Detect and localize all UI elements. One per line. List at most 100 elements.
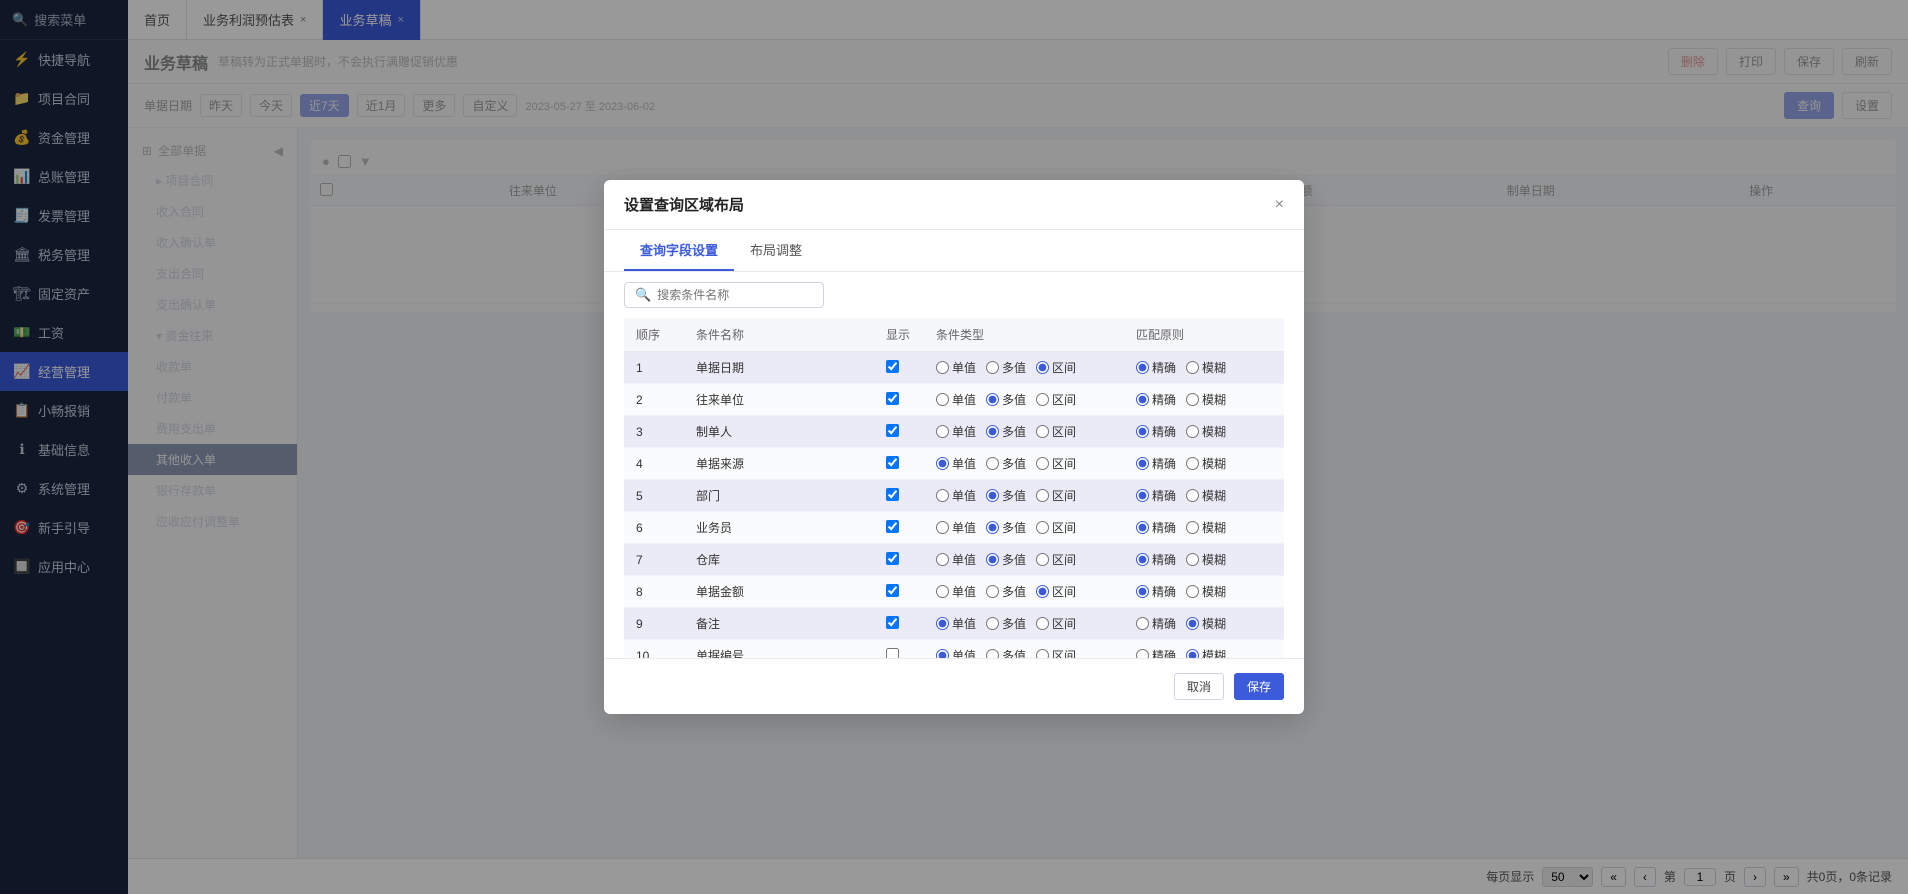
show-cell [874,480,924,512]
show-checkbox[interactable] [886,424,899,437]
show-checkbox[interactable] [886,360,899,373]
table-row: 7 仓库 单值 多值 区间 精确 [624,544,1284,576]
show-checkbox[interactable] [886,520,899,533]
show-cell [874,608,924,640]
precise-radio-label[interactable]: 精确 [1136,359,1176,376]
order-cell: 2 [624,384,684,416]
order-cell: 10 [624,640,684,659]
fuzzy-radio-label[interactable]: 模糊 [1186,359,1226,376]
show-checkbox[interactable] [886,648,899,659]
show-cell [874,384,924,416]
order-cell: 3 [624,416,684,448]
fuzzy-radio[interactable] [1186,361,1199,374]
show-checkbox[interactable] [886,552,899,565]
show-cell [874,640,924,659]
single-radio-label[interactable]: 单值 [936,359,976,376]
show-checkbox[interactable] [886,616,899,629]
match-cell: 精确 模糊 [1124,640,1284,659]
dialog-footer: 取消 保存 [604,658,1304,714]
order-cell: 7 [624,544,684,576]
show-cell [874,544,924,576]
match-cell: 精确 模糊 [1124,608,1284,640]
dialog-close-button[interactable]: × [1275,196,1284,214]
type-cell: 单值 多值 区间 [924,352,1124,384]
type-cell: 单值 多值 区间 [924,640,1124,659]
table-row: 8 单据金额 单值 多值 区间 精确 [624,576,1284,608]
tab-layout-adjust[interactable]: 布局调整 [734,230,818,271]
order-cell: 6 [624,512,684,544]
table-row: 2 往来单位 单值 多值 区间 精确 [624,384,1284,416]
dialog-tabs: 查询字段设置 布局调整 [604,230,1304,272]
table-row: 6 业务员 单值 多值 区间 精确 [624,512,1284,544]
order-cell: 4 [624,448,684,480]
dialog-search-area: 🔍 [604,272,1304,318]
table-row: 10 单据编号 单值 多值 区间 精确 [624,640,1284,659]
range-radio-label[interactable]: 区间 [1036,359,1076,376]
range-radio[interactable] [1036,361,1049,374]
match-cell: 精确 模糊 [1124,384,1284,416]
match-cell: 精确 模糊 [1124,576,1284,608]
name-cell: 业务员 [684,512,874,544]
name-cell: 单据日期 [684,352,874,384]
th-order: 顺序 [624,318,684,352]
single-radio[interactable] [936,361,949,374]
order-cell: 1 [624,352,684,384]
name-cell: 单据来源 [684,448,874,480]
settings-table: 顺序 条件名称 显示 条件类型 匹配原则 1 单据日期 [624,318,1284,658]
show-checkbox[interactable] [886,584,899,597]
dialog-header: 设置查询区域布局 × [604,180,1304,230]
tab-query-fields[interactable]: 查询字段设置 [624,230,734,271]
match-cell: 精确 模糊 [1124,416,1284,448]
type-cell: 单值 多值 区间 [924,416,1124,448]
show-checkbox[interactable] [886,392,899,405]
th-type: 条件类型 [924,318,1124,352]
settings-table-scroll: 顺序 条件名称 显示 条件类型 匹配原则 1 单据日期 [624,318,1284,658]
settings-dialog: 设置查询区域布局 × 查询字段设置 布局调整 🔍 顺序 [604,180,1304,714]
type-cell: 单值 多值 区间 [924,576,1124,608]
dialog-title: 设置查询区域布局 [624,194,744,215]
show-cell [874,448,924,480]
th-match: 匹配原则 [1124,318,1284,352]
type-cell: 单值 多值 区间 [924,448,1124,480]
name-cell: 备注 [684,608,874,640]
condition-search-input[interactable] [657,288,813,302]
show-checkbox[interactable] [886,488,899,501]
show-cell [874,512,924,544]
dialog-overlay: 设置查询区域布局 × 查询字段设置 布局调整 🔍 顺序 [0,0,1908,894]
dialog-save-button[interactable]: 保存 [1234,673,1284,700]
name-cell: 制单人 [684,416,874,448]
multi-radio-label[interactable]: 多值 [986,359,1026,376]
name-cell: 单据编号 [684,640,874,659]
multi-radio[interactable] [986,361,999,374]
show-cell [874,352,924,384]
table-row: 9 备注 单值 多值 区间 精确 [624,608,1284,640]
precise-radio[interactable] [1136,361,1149,374]
match-cell: 精确 模糊 [1124,480,1284,512]
order-cell: 9 [624,608,684,640]
name-cell: 部门 [684,480,874,512]
table-row: 4 单据来源 单值 多值 区间 精确 [624,448,1284,480]
match-cell: 精确 模糊 [1124,512,1284,544]
type-cell: 单值 多值 区间 [924,512,1124,544]
match-cell: 精确 模糊 [1124,544,1284,576]
search-wrap: 🔍 [624,282,824,308]
th-name: 条件名称 [684,318,874,352]
show-cell [874,416,924,448]
show-checkbox[interactable] [886,456,899,469]
order-cell: 8 [624,576,684,608]
match-cell: 精确 模糊 [1124,352,1284,384]
type-cell: 单值 多值 区间 [924,544,1124,576]
type-cell: 单值 多值 区间 [924,608,1124,640]
cancel-button[interactable]: 取消 [1174,673,1224,700]
th-show: 显示 [874,318,924,352]
type-cell: 单值 多值 区间 [924,480,1124,512]
name-cell: 单据金额 [684,576,874,608]
order-cell: 5 [624,480,684,512]
match-cell: 精确 模糊 [1124,448,1284,480]
table-row: 3 制单人 单值 多值 区间 精确 [624,416,1284,448]
name-cell: 往来单位 [684,384,874,416]
table-row: 1 单据日期 单值 多值 区间 精确 [624,352,1284,384]
type-cell: 单值 多值 区间 [924,384,1124,416]
table-row: 5 部门 单值 多值 区间 精确 [624,480,1284,512]
name-cell: 仓库 [684,544,874,576]
